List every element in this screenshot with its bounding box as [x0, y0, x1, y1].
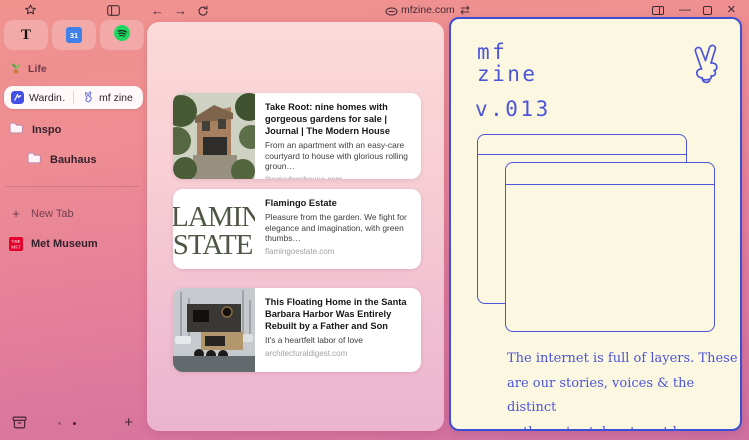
card-title: Take Root: nine homes with gorgeous gard… [265, 102, 391, 136]
space-dot-active[interactable] [73, 422, 76, 425]
card-description: From an apartment with an easy-care cour… [265, 140, 408, 171]
folder-icon [27, 152, 42, 167]
card-thumbnail-floating-home [173, 288, 255, 372]
card-title: Flamingo Estate [265, 198, 337, 208]
card-title: This Floating Home in the Santa Barbara … [265, 297, 407, 331]
pinned-app-spotify[interactable] [100, 20, 144, 50]
swap-tabs-icon[interactable]: ⇄ [460, 3, 470, 17]
card-description: It's a heartfelt labor of love [265, 335, 363, 345]
add-space-button[interactable]: + [124, 414, 133, 431]
webpage-mfzine: mf zine v.013 The internet is full of la… [449, 17, 742, 431]
minimize-button[interactable]: — [679, 2, 691, 16]
article-card-floating-home[interactable]: This Floating Home in the Santa Barbara … [173, 288, 421, 372]
forward-button[interactable]: → [174, 4, 187, 17]
maximize-button[interactable] [703, 6, 712, 15]
zine-window-titlebar [478, 135, 686, 155]
zine-window-front [505, 162, 715, 332]
card-description: Pleasure from the garden. We fight for e… [265, 212, 407, 243]
svg-text:MET: MET [11, 245, 21, 250]
sidebar-bottom-bar: + [0, 414, 147, 434]
tab-met-museum[interactable]: THE MET Met Museum [9, 237, 98, 251]
url-bar[interactable]: mfzine.com [401, 4, 455, 16]
card-text: Flamingo Estate Pleasure from the garden… [255, 189, 421, 269]
split-tab-pill: Wardin… mf zine [4, 86, 143, 109]
pinned-app-nyt[interactable]: T [4, 20, 48, 50]
feed-panel: Take Root: nine homes with gorgeous gard… [147, 22, 444, 431]
space-dot[interactable] [58, 422, 61, 425]
svg-text:THE: THE [12, 239, 21, 244]
pinned-app-calendar[interactable]: 31 [52, 20, 96, 50]
peace-hand-icon [688, 41, 722, 94]
tab-label: mf zine [99, 91, 133, 104]
peace-hand-favicon [81, 91, 94, 104]
tab-wardin[interactable]: Wardin… [4, 91, 73, 104]
folder-inspo[interactable]: Inspo [9, 122, 61, 137]
space-indicator-dots[interactable] [58, 422, 76, 425]
tab-mf-zine[interactable]: mf zine [74, 91, 143, 104]
calendar-icon: 31 [66, 27, 82, 43]
zine-version: v.013 [475, 97, 551, 121]
folder-label: Bauhaus [50, 153, 97, 166]
sidebar: T 31 Life Wardin… [0, 0, 147, 440]
zine-window-titlebar [506, 163, 714, 185]
card-thumbnail-flamingo-logo: FLAMINGO ESTATE [173, 189, 255, 269]
card-thumbnail-house-garden [173, 93, 255, 179]
card-source: architecturaldigest.com [265, 348, 348, 358]
sidebar-divider [5, 186, 139, 187]
split-view-icon[interactable] [652, 6, 664, 15]
back-button[interactable]: ← [151, 4, 164, 17]
space-label-life[interactable]: Life [28, 63, 47, 75]
browser-window: ← → mfzine.com ⇄ — × T 31 Life Wardin mf… [0, 0, 749, 440]
spotify-icon [114, 24, 130, 46]
card-source: themodernhouse.com [265, 174, 343, 180]
new-tab-label: New Tab [31, 207, 74, 220]
folder-bauhaus[interactable]: Bauhaus [27, 152, 96, 167]
wardin-favicon [11, 91, 24, 104]
article-card-modern-house[interactable]: Take Root: nine homes with gorgeous gard… [173, 93, 421, 179]
archive-icon[interactable] [12, 416, 27, 434]
refresh-icon[interactable] [197, 5, 209, 17]
folder-label: Inspo [32, 123, 62, 136]
tab-label: Met Museum [31, 238, 98, 250]
zine-tagline: The internet is full of layers. These ar… [507, 351, 738, 429]
met-museum-favicon: THE MET [9, 237, 23, 251]
tab-label: Wardin… [29, 91, 66, 104]
zine-title: mf zine [477, 40, 538, 86]
article-card-flamingo-estate[interactable]: FLAMINGO ESTATE Flamingo Estate Pleasure… [173, 189, 421, 269]
plus-icon: + [12, 206, 20, 221]
link-icon [385, 7, 398, 16]
nyt-icon: T [20, 26, 31, 43]
new-tab-button[interactable]: + New Tab [9, 206, 74, 221]
card-text: Take Root: nine homes with gorgeous gard… [255, 93, 421, 179]
pinned-apps: T 31 [4, 20, 144, 50]
plant-icon [10, 61, 22, 79]
close-button[interactable]: × [727, 1, 736, 18]
card-source: flamingoestate.com [265, 246, 335, 256]
card-text: This Floating Home in the Santa Barbara … [255, 288, 421, 372]
folder-icon [9, 122, 24, 137]
